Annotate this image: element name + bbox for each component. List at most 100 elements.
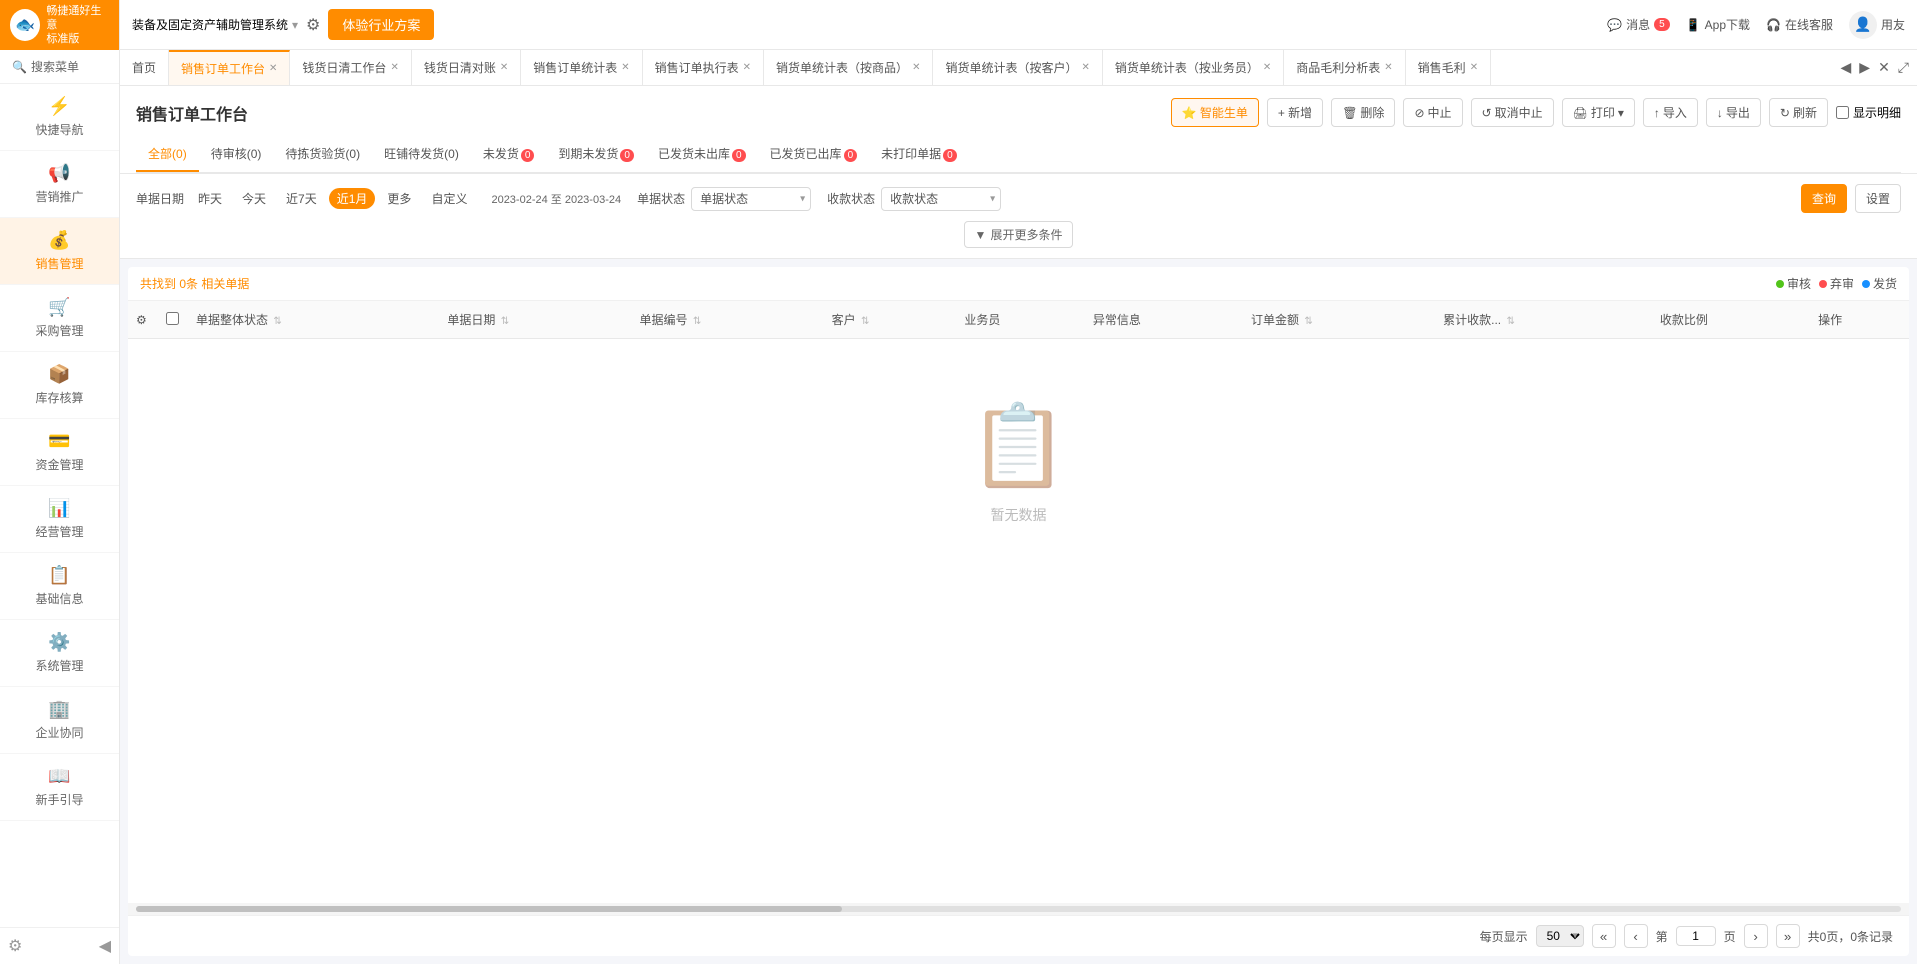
tab-sales-stats[interactable]: 销售订单统计表 ✕ xyxy=(521,50,642,86)
sidebar-item-sales[interactable]: 💰 销售管理 xyxy=(0,218,119,285)
first-page-button[interactable]: « xyxy=(1592,924,1616,948)
tab-close-sales-more[interactable]: ✕ xyxy=(1470,62,1478,73)
system-title-dropdown[interactable]: 装备及固定资产辅助管理系统 ▾ xyxy=(132,16,298,33)
tab-close-goods-margin[interactable]: ✕ xyxy=(1384,62,1392,73)
tab-cash-daily[interactable]: 钱货日清工作台 ✕ xyxy=(290,50,411,86)
prev-page-button[interactable]: ‹ xyxy=(1624,924,1648,948)
sub-tab-all[interactable]: 全部(0) xyxy=(136,137,199,172)
tab-close-goods-stats-product[interactable]: ✕ xyxy=(912,62,920,73)
industry-solution-button[interactable]: 体验行业方案 xyxy=(328,9,434,40)
sub-tab-pending-inspect[interactable]: 待拣货验货(0) xyxy=(273,137,372,172)
last-page-button[interactable]: » xyxy=(1776,924,1800,948)
payment-select[interactable]: 收款状态 xyxy=(881,187,1001,211)
page-number-input[interactable] xyxy=(1676,926,1716,946)
sidebar-settings-icon[interactable]: ⚙ xyxy=(8,936,22,956)
tab-home[interactable]: 首页 xyxy=(120,50,169,86)
tab-close-goods-stats-customer[interactable]: ✕ xyxy=(1081,62,1089,73)
add-button[interactable]: + 新增 xyxy=(1267,98,1323,127)
sort-number-icon[interactable]: ⇅ xyxy=(693,316,701,327)
batch-ship-button[interactable]: 发货 xyxy=(1862,275,1897,292)
table-scroll-wrapper[interactable]: ⚙ 单据整体状态 ⇅ 单据日期 ⇅ xyxy=(128,301,1909,903)
select-all-checkbox[interactable] xyxy=(166,312,179,325)
tab-close-sales-workbench[interactable]: ✕ xyxy=(269,63,277,74)
tab-prev-button[interactable]: ◀ xyxy=(1841,59,1852,76)
topbar-settings-icon[interactable]: ⚙ xyxy=(306,15,320,35)
sidebar-item-guide[interactable]: 📖 新手引导 xyxy=(0,754,119,821)
sidebar-item-finance[interactable]: 💳 资金管理 xyxy=(0,419,119,486)
user-menu[interactable]: 👤 用友 xyxy=(1849,11,1905,39)
tab-sales-exec[interactable]: 销售订单执行表 ✕ xyxy=(643,50,764,86)
date-pill-yesterday[interactable]: 昨天 xyxy=(190,188,230,209)
expand-filter-button[interactable]: ▼ 展开更多条件 xyxy=(964,221,1074,248)
ship-dot xyxy=(1862,280,1870,288)
tab-goods-stats-staff[interactable]: 销货单统计表（按业务员） ✕ xyxy=(1103,50,1284,86)
table-settings-header[interactable]: ⚙ xyxy=(128,301,158,339)
batch-audit-button[interactable]: 审核 xyxy=(1776,275,1811,292)
show-detail-checkbox-label[interactable]: 显示明细 xyxy=(1836,104,1901,121)
date-pill-1month[interactable]: 近1月 xyxy=(329,188,376,209)
date-pill-custom[interactable]: 自定义 xyxy=(423,188,475,209)
tab-next-button[interactable]: ▶ xyxy=(1859,59,1870,76)
horizontal-scrollbar[interactable] xyxy=(128,903,1909,915)
refresh-button[interactable]: ↻ 刷新 xyxy=(1769,98,1828,127)
sidebar-item-quick-nav[interactable]: ⚡ 快捷导航 xyxy=(0,84,119,151)
tab-sales-workbench[interactable]: 销售订单工作台 ✕ xyxy=(169,50,290,86)
col-status: 单据整体状态 ⇅ xyxy=(188,301,439,339)
stop-button[interactable]: ⊘ 中止 xyxy=(1403,98,1462,127)
print-button[interactable]: 🖨 打印 ▾ xyxy=(1562,98,1635,127)
sort-status-icon[interactable]: ⇅ xyxy=(273,316,281,327)
tab-cash-reconcile[interactable]: 钱货日清对账 ✕ xyxy=(412,50,521,86)
sidebar-item-inventory[interactable]: 📦 库存核算 xyxy=(0,352,119,419)
sub-tab-expired-not-shipped[interactable]: 到期未发货0 xyxy=(546,137,646,172)
tab-close-sales-exec[interactable]: ✕ xyxy=(743,62,751,73)
sub-tab-not-shipped[interactable]: 未发货0 xyxy=(471,137,547,172)
sidebar-collapse-icon[interactable]: ◀ xyxy=(99,936,111,956)
batch-anti-audit-button[interactable]: 弃审 xyxy=(1819,275,1854,292)
tab-expand-button[interactable]: ⤢ xyxy=(1898,59,1909,76)
sub-tab-shipped-out[interactable]: 已发货已出库0 xyxy=(758,137,870,172)
export-button[interactable]: ↓ 导出 xyxy=(1706,98,1761,127)
tab-close-all-button[interactable]: ✕ xyxy=(1878,59,1890,76)
sidebar-item-purchase[interactable]: 🛒 采购管理 xyxy=(0,285,119,352)
smart-generate-button[interactable]: ⭐ 智能生单 xyxy=(1171,98,1259,127)
sidebar-search[interactable]: 🔍 搜索菜单 xyxy=(0,50,119,84)
sidebar-item-operations[interactable]: 📊 经营管理 xyxy=(0,486,119,553)
date-pill-today[interactable]: 今天 xyxy=(234,188,274,209)
tab-goods-stats-product[interactable]: 销货单统计表（按商品） ✕ xyxy=(764,50,933,86)
sub-tab-wangpu-pending[interactable]: 旺铺待发货(0) xyxy=(372,137,471,172)
sort-collected-icon[interactable]: ⇅ xyxy=(1506,316,1514,327)
sort-date-icon[interactable]: ⇅ xyxy=(501,316,509,327)
message-button[interactable]: 💬 消息 5 xyxy=(1607,16,1670,33)
query-button[interactable]: 查询 xyxy=(1801,184,1847,213)
delete-button[interactable]: 🗑 删除 xyxy=(1331,98,1395,127)
status-select[interactable]: 单据状态 xyxy=(691,187,811,211)
online-service-button[interactable]: 🎧 在线客服 xyxy=(1766,16,1833,33)
sidebar-item-basic-info[interactable]: 📋 基础信息 xyxy=(0,553,119,620)
sub-tab-not-printed[interactable]: 未打印单据0 xyxy=(869,137,969,172)
app-download-button[interactable]: 📱 App下载 xyxy=(1686,16,1750,33)
date-pill-more[interactable]: 更多 xyxy=(379,188,419,209)
sort-customer-icon[interactable]: ⇅ xyxy=(861,316,869,327)
tab-close-sales-stats[interactable]: ✕ xyxy=(621,62,629,73)
tab-goods-stats-customer[interactable]: 销货单统计表（按客户） ✕ xyxy=(933,50,1102,86)
date-pill-7days[interactable]: 近7天 xyxy=(278,188,325,209)
tab-close-cash-daily[interactable]: ✕ xyxy=(390,62,398,73)
tab-sales-more[interactable]: 销售毛利 ✕ xyxy=(1406,50,1491,86)
next-page-button[interactable]: › xyxy=(1744,924,1768,948)
tab-goods-margin[interactable]: 商品毛利分析表 ✕ xyxy=(1284,50,1405,86)
sort-amount-icon[interactable]: ⇅ xyxy=(1304,316,1312,327)
sub-tab-pending-audit[interactable]: 待审核(0) xyxy=(199,137,274,172)
sidebar-item-enterprise[interactable]: 🏢 企业协同 xyxy=(0,687,119,754)
table-checkbox-header[interactable] xyxy=(158,301,188,339)
show-detail-checkbox[interactable] xyxy=(1836,106,1849,119)
filter-settings-button[interactable]: 设置 xyxy=(1855,184,1901,213)
sidebar-item-system[interactable]: ⚙️ 系统管理 xyxy=(0,620,119,687)
tab-close-cash-reconcile[interactable]: ✕ xyxy=(500,62,508,73)
cancel-stop-button[interactable]: ↺ 取消中止 xyxy=(1471,98,1554,127)
sub-tab-shipped-not-out[interactable]: 已发货未出库0 xyxy=(646,137,758,172)
page-size-select[interactable]: 50 xyxy=(1536,925,1584,947)
import-button[interactable]: ↑ 导入 xyxy=(1643,98,1698,127)
sidebar-item-marketing[interactable]: 📢 营销推广 xyxy=(0,151,119,218)
scrollbar-thumb[interactable] xyxy=(136,906,842,912)
tab-close-goods-stats-staff[interactable]: ✕ xyxy=(1263,62,1271,73)
